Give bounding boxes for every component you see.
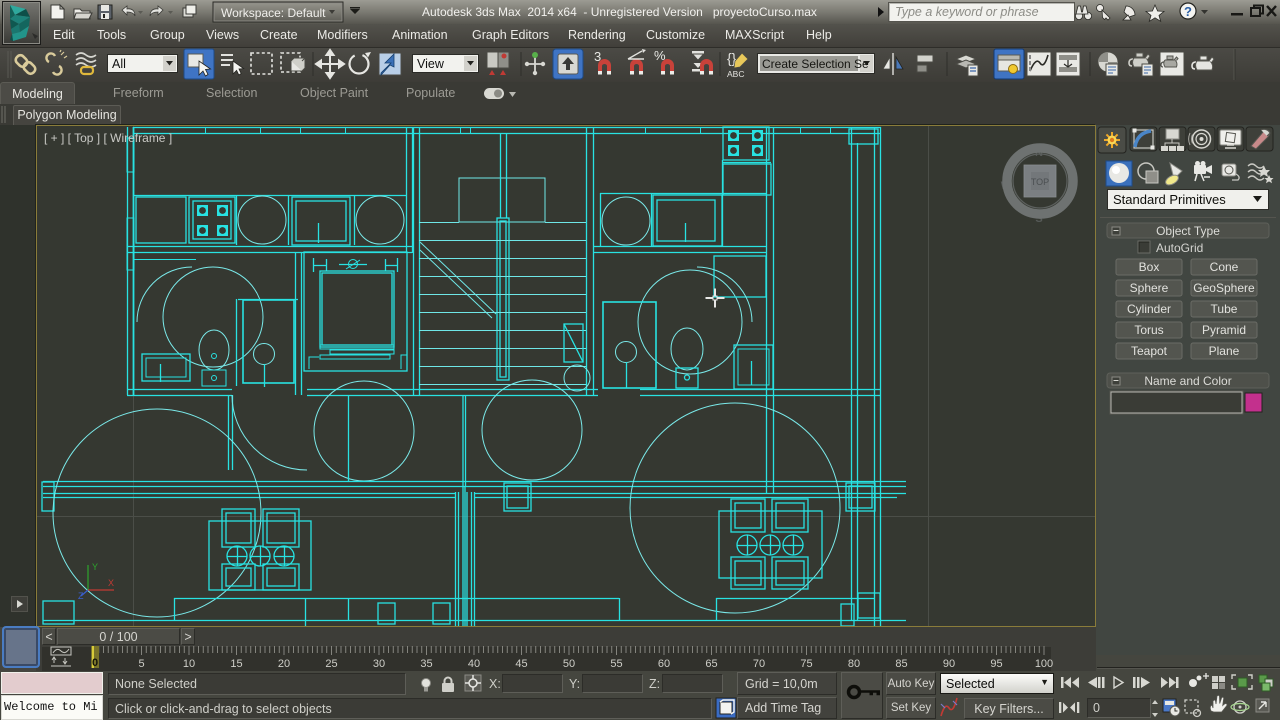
svg-text:Sphere: Sphere <box>1130 281 1169 295</box>
svg-text:Tube: Tube <box>1211 302 1238 316</box>
svg-text:Box: Box <box>1139 260 1160 274</box>
svg-text:GeoSphere: GeoSphere <box>1193 281 1255 295</box>
svg-text:Plane: Plane <box>1209 344 1240 358</box>
svg-text:X: X <box>108 578 114 588</box>
svg-text:75: 75 <box>800 658 812 670</box>
svg-text:Cone: Cone <box>1210 260 1239 274</box>
svg-text:15: 15 <box>230 658 242 670</box>
svg-text:Standard Primitives: Standard Primitives <box>1113 192 1226 207</box>
svg-text:Object Type: Object Type <box>1156 224 1220 238</box>
svg-text:80: 80 <box>848 658 860 670</box>
svg-text:Torus: Torus <box>1134 323 1163 337</box>
svg-text:0: 0 <box>92 657 98 669</box>
svg-text:70: 70 <box>753 658 765 670</box>
svg-text:5: 5 <box>138 658 144 670</box>
svg-text:35: 35 <box>420 658 432 670</box>
svg-text:All: All <box>112 57 126 71</box>
svg-text:60: 60 <box>658 658 670 670</box>
svg-text:Create Selection Se: Create Selection Se <box>762 57 869 71</box>
svg-text:20: 20 <box>278 658 290 670</box>
svg-text:View: View <box>417 57 445 71</box>
svg-text:100: 100 <box>1035 658 1053 670</box>
svg-text:45: 45 <box>515 658 527 670</box>
svg-text:40: 40 <box>468 658 480 670</box>
svg-text:55: 55 <box>610 658 622 670</box>
svg-text:Pyramid: Pyramid <box>1202 323 1246 337</box>
svg-text:90: 90 <box>943 658 955 670</box>
svg-text:25: 25 <box>325 658 337 670</box>
svg-text:ABC: ABC <box>727 69 744 79</box>
svg-text:65: 65 <box>705 658 717 670</box>
svg-text:Name and Color: Name and Color <box>1144 374 1231 388</box>
svg-text:10: 10 <box>183 658 195 670</box>
svg-text:TOP: TOP <box>1031 177 1049 187</box>
svg-text:AutoGrid: AutoGrid <box>1156 241 1203 255</box>
svg-text:Z: Z <box>78 591 84 601</box>
svg-text:30: 30 <box>373 658 385 670</box>
svg-text:85: 85 <box>895 658 907 670</box>
svg-text:?: ? <box>1184 4 1192 19</box>
svg-text:Workspace: Default: Workspace: Default <box>221 6 326 20</box>
svg-text:Cylinder: Cylinder <box>1127 302 1171 316</box>
svg-text:50: 50 <box>563 658 575 670</box>
svg-text:Teapot: Teapot <box>1131 344 1168 358</box>
svg-text:95: 95 <box>990 658 1002 670</box>
svg-text:Y: Y <box>92 562 98 572</box>
